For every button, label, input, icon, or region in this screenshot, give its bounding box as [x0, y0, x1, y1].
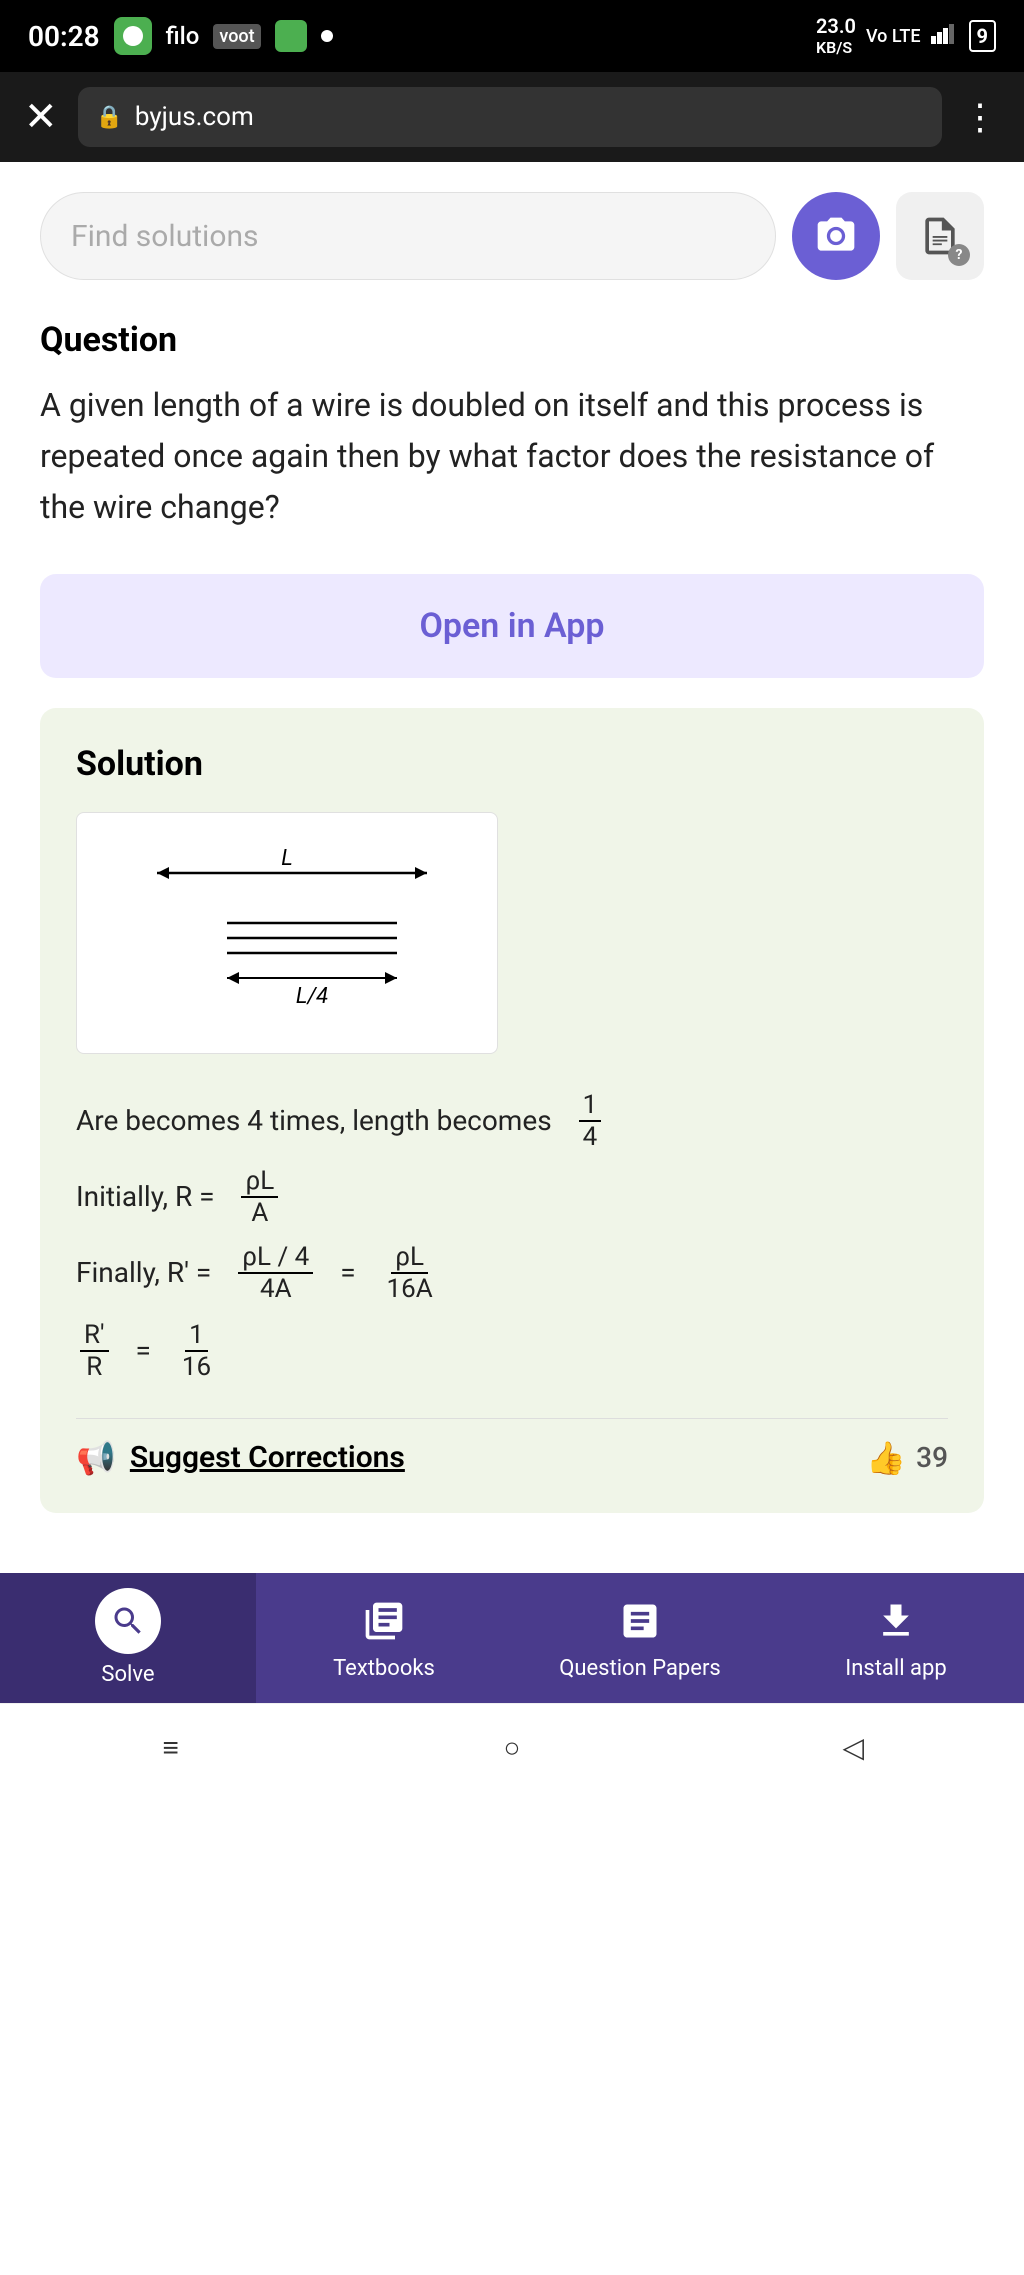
nav-item-solve[interactable]: Solve [0, 1573, 256, 1703]
system-home-button[interactable]: ○ [482, 1717, 542, 1777]
fraction-1-16: 1 16 [178, 1320, 215, 1382]
megaphone-icon: 📢 [76, 1439, 116, 1477]
system-back-button[interactable]: ◁ [823, 1717, 883, 1777]
fraction-rho-l-16a: ρL 16A [383, 1242, 437, 1304]
fraction-1-4: 1 4 [579, 1090, 602, 1152]
question-text: A given length of a wire is doubled on i… [40, 380, 984, 534]
svg-text:L: L [281, 846, 293, 871]
network-speed: 23.0 KB/S [816, 14, 856, 57]
solve-icon-circle [95, 1588, 161, 1654]
status-left: 00:28 filo voot [28, 17, 333, 55]
search-placeholder: Find solutions [71, 219, 259, 254]
close-tab-button[interactable]: ✕ [24, 97, 58, 137]
nav-label-textbooks: Textbooks [333, 1656, 435, 1681]
fraction-rho-l-a: ρL A [241, 1166, 278, 1228]
nav-item-install-app[interactable]: Install app [768, 1573, 1024, 1703]
search-box[interactable]: Find solutions [40, 192, 776, 280]
question-papers-icon-wrap [613, 1594, 667, 1648]
install-app-icon-wrap [869, 1594, 923, 1648]
fraction-rho-l4-4a: ρL / 4 4A [238, 1242, 313, 1304]
solution-label: Solution [76, 744, 948, 784]
camera-search-button[interactable] [792, 192, 880, 280]
app-tag: voot [213, 24, 260, 49]
question-label: Question [40, 320, 984, 360]
status-time: 00:28 [28, 20, 100, 53]
system-menu-button[interactable]: ≡ [141, 1717, 201, 1777]
app-name: filo [166, 22, 200, 50]
svg-text:L/4: L/4 [296, 984, 328, 1009]
solution-line-final-r: Finally, R' = ρL / 4 4A = ρL 16A [76, 1242, 948, 1304]
status-right: 23.0 KB/S Vo LTE 9 [816, 14, 996, 57]
suggest-corrections-row: 📢 Suggest Corrections 👍 39 [76, 1418, 948, 1477]
bottom-navigation: Solve Textbooks Question Papers Install … [0, 1573, 1024, 1703]
nav-label-install-app: Install app [845, 1656, 946, 1681]
textbook-icon [362, 1599, 406, 1643]
nav-item-question-papers[interactable]: Question Papers [512, 1573, 768, 1703]
question-section: Question A given length of a wire is dou… [40, 320, 984, 534]
like-count: 39 [916, 1441, 948, 1474]
camera-icon [814, 214, 858, 258]
thumbs-up-icon: 👍 [866, 1439, 906, 1477]
app-icon-green [275, 20, 307, 52]
filo-icon [114, 17, 152, 55]
browser-menu-button[interactable]: ⋮ [962, 96, 1000, 138]
like-button[interactable]: 👍 39 [866, 1439, 948, 1477]
battery-icon: 9 [969, 20, 996, 52]
textbooks-icon-wrap [357, 1594, 411, 1648]
search-icon [110, 1603, 146, 1639]
status-bar: 00:28 filo voot 23.0 KB/S Vo LTE 9 [0, 0, 1024, 72]
open-in-app-button[interactable]: Open in App [40, 574, 984, 678]
suggest-left: 📢 Suggest Corrections [76, 1439, 405, 1477]
main-content: Find solutions ? Question A given length… [0, 162, 1024, 1573]
nav-label-question-papers: Question Papers [559, 1656, 721, 1681]
nav-label-solve: Solve [101, 1662, 154, 1687]
suggest-corrections-button[interactable]: Suggest Corrections [130, 1440, 405, 1475]
solution-box: Solution L L/4 [40, 708, 984, 1513]
wire-diagram: L L/4 [76, 812, 498, 1054]
nav-item-textbooks[interactable]: Textbooks [256, 1573, 512, 1703]
system-navigation: ≡ ○ ◁ [0, 1703, 1024, 1791]
help-button[interactable]: ? [896, 192, 984, 280]
papers-icon [618, 1599, 662, 1643]
lock-icon: 🔒 [96, 105, 123, 130]
browser-bar: ✕ 🔒 byjus.com ⋮ [0, 72, 1024, 162]
solution-line-initial-r: Initially, R = ρL A [76, 1166, 948, 1228]
solution-line-1: Are becomes 4 times, length becomes 1 4 [76, 1090, 948, 1152]
install-icon [874, 1599, 918, 1643]
notification-dot [321, 30, 333, 42]
address-bar[interactable]: 🔒 byjus.com [78, 87, 942, 147]
search-container: Find solutions ? [40, 192, 984, 280]
open-in-app-label: Open in App [419, 606, 604, 646]
url-text: byjus.com [135, 102, 254, 132]
fraction-rprime-r: R' R [80, 1320, 109, 1382]
wire-diagram-svg: L L/4 [117, 843, 457, 1023]
help-question-mark: ? [948, 244, 970, 266]
signal-bars-icon [931, 22, 959, 50]
solution-line-ratio: R' R = 1 16 [76, 1320, 948, 1382]
network-type: Vo LTE [866, 26, 921, 47]
